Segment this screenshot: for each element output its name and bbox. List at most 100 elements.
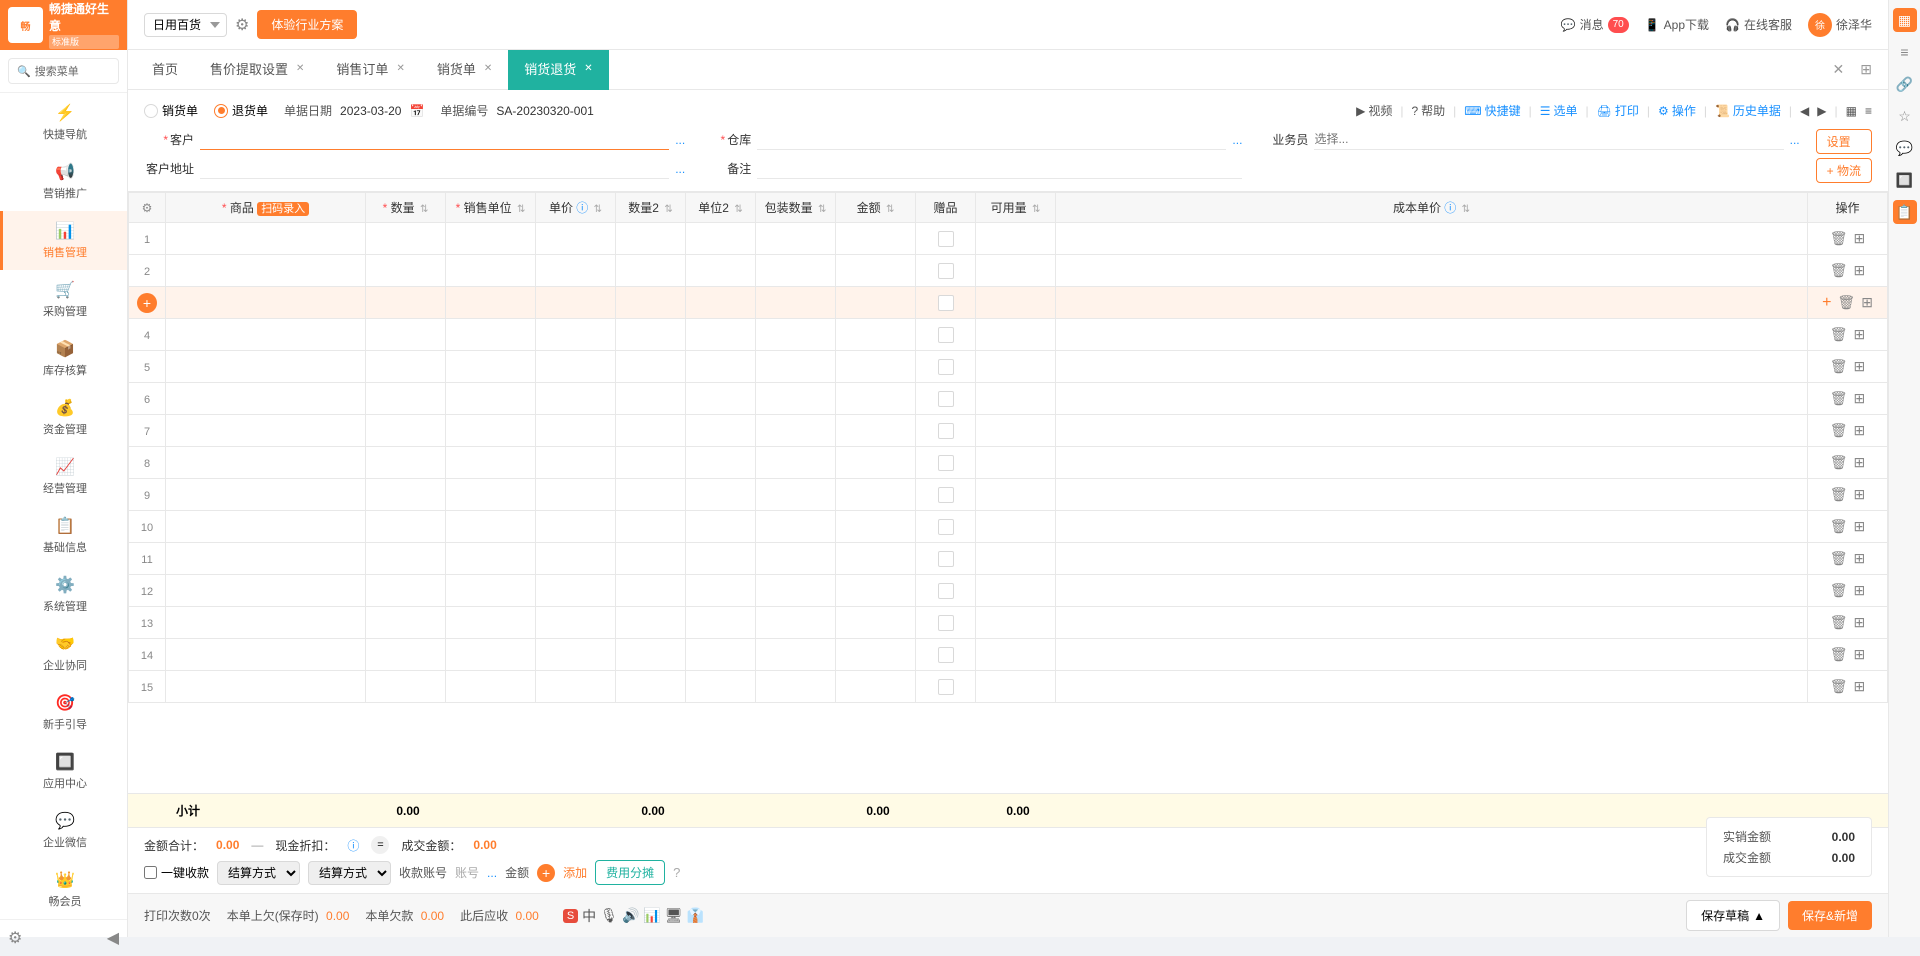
sales-unit-cell-14[interactable] <box>446 639 536 671</box>
qty2-cell-14[interactable] <box>616 639 686 671</box>
unit-price-cell-11[interactable] <box>536 543 616 575</box>
add-row-button-inline[interactable]: + <box>137 293 157 313</box>
address-dots[interactable]: ... <box>675 162 685 176</box>
product-cell-11[interactable] <box>166 543 366 575</box>
cost-price-cell-10[interactable] <box>1056 511 1808 543</box>
available-cell-13[interactable] <box>976 607 1056 639</box>
amount-sort-icon[interactable]: ⇅ <box>886 204 894 215</box>
copy-row-6[interactable]: ⊞ <box>1854 390 1866 407</box>
pack-qty-cell-15[interactable] <box>756 671 836 703</box>
qty-cell-7[interactable] <box>366 415 446 447</box>
pack-qty-cell-1[interactable] <box>756 223 836 255</box>
available-sort-icon[interactable]: ⇅ <box>1032 204 1040 215</box>
unit-price-cell-8[interactable] <box>536 447 616 479</box>
pack-qty-sort-icon[interactable]: ⇅ <box>818 204 826 215</box>
right-panel-btn-5[interactable]: 💬 <box>1893 136 1917 160</box>
sales-unit-cell-7[interactable] <box>446 415 536 447</box>
unit-price-cell-14[interactable] <box>536 639 616 671</box>
one-click-pay-checkbox[interactable]: 一键收款 <box>144 864 209 881</box>
available-cell-9[interactable] <box>976 479 1056 511</box>
qty2-cell-4[interactable] <box>616 319 686 351</box>
pack-qty-cell-9[interactable] <box>756 479 836 511</box>
cost-price-cell-4[interactable] <box>1056 319 1808 351</box>
cost-price-cell-13[interactable] <box>1056 607 1808 639</box>
save-new-button[interactable]: 保存&新增 <box>1788 901 1872 930</box>
product-cell-1[interactable] <box>166 223 366 255</box>
taskbar-icon-5[interactable]: 🖥 <box>665 907 683 924</box>
amount-cell-2[interactable] <box>836 255 916 287</box>
qty2-cell-1[interactable] <box>616 223 686 255</box>
gift-checkbox-12[interactable] <box>938 583 954 599</box>
search-menu-button[interactable]: 🔍 搜索菜单 <box>8 58 119 84</box>
amount-cell-11[interactable] <box>836 543 916 575</box>
collapse-icon[interactable]: ◀ <box>107 928 119 948</box>
cost-price-cell-8[interactable] <box>1056 447 1808 479</box>
qty2-sort-icon[interactable]: ⇅ <box>664 204 672 215</box>
qty-cell-15[interactable] <box>366 671 446 703</box>
settings-bottom-icon[interactable]: ⚙ <box>8 928 22 948</box>
action-grid-view[interactable]: ▦ <box>1846 104 1857 118</box>
qty2-cell-9[interactable] <box>616 479 686 511</box>
user-profile-button[interactable]: 徐 徐泽华 <box>1808 13 1872 37</box>
copy-row-13[interactable]: ⊞ <box>1854 614 1866 631</box>
pack-qty-cell-2[interactable] <box>756 255 836 287</box>
warehouse-dots[interactable]: ... <box>1232 133 1242 147</box>
sidebar-item-quick-nav[interactable]: ⚡ 快捷导航 <box>0 93 127 152</box>
delete-row-7[interactable]: 🗑 <box>1830 422 1848 439</box>
sales-unit-cell-5[interactable] <box>446 351 536 383</box>
copy-row-12[interactable]: ⊞ <box>1854 582 1866 599</box>
unit2-cell-5[interactable] <box>686 351 756 383</box>
copy-row-1[interactable]: ⊞ <box>1854 230 1866 247</box>
qty-cell-6[interactable] <box>366 383 446 415</box>
gift-cell-2[interactable] <box>916 255 976 287</box>
unit-price-info-icon[interactable]: ⓘ <box>576 201 588 215</box>
qty2-cell-13[interactable] <box>616 607 686 639</box>
unit-price-cell-2[interactable] <box>536 255 616 287</box>
qty-cell-3[interactable] <box>366 287 446 319</box>
unit2-cell-1[interactable] <box>686 223 756 255</box>
copy-row-2[interactable]: ⊞ <box>1854 262 1866 279</box>
customer-dots[interactable]: ... <box>675 133 685 147</box>
gift-checkbox-13[interactable] <box>938 615 954 631</box>
pack-qty-cell-7[interactable] <box>756 415 836 447</box>
unit-price-sort-icon[interactable]: ⇅ <box>594 204 602 215</box>
pack-qty-cell-14[interactable] <box>756 639 836 671</box>
tab-sales-return[interactable]: 销货退货 ✕ <box>508 50 608 90</box>
sidebar-item-inventory[interactable]: 📦 库存核算 <box>0 329 127 388</box>
unit-price-cell-13[interactable] <box>536 607 616 639</box>
gear-icon[interactable]: ⚙ <box>142 201 153 215</box>
copy-row-7[interactable]: ⊞ <box>1854 422 1866 439</box>
available-cell-4[interactable] <box>976 319 1056 351</box>
product-cell-14[interactable] <box>166 639 366 671</box>
qty-cell-4[interactable] <box>366 319 446 351</box>
amount-cell-15[interactable] <box>836 671 916 703</box>
gift-checkbox-10[interactable] <box>938 519 954 535</box>
action-help[interactable]: ? 帮助 <box>1411 102 1445 119</box>
sales-unit-cell-6[interactable] <box>446 383 536 415</box>
qty-cell-12[interactable] <box>366 575 446 607</box>
sales-unit-cell-4[interactable] <box>446 319 536 351</box>
cost-price-cell-11[interactable] <box>1056 543 1808 575</box>
cost-price-cell-12[interactable] <box>1056 575 1808 607</box>
cost-price-sort-icon[interactable]: ⇅ <box>1462 204 1470 215</box>
available-cell-1[interactable] <box>976 223 1056 255</box>
sales-unit-cell-8[interactable] <box>446 447 536 479</box>
s-icon[interactable]: S <box>563 909 578 923</box>
tab-sales-delivery[interactable]: 销货单 ✕ <box>421 50 508 90</box>
delete-row-6[interactable]: 🗑 <box>1830 390 1848 407</box>
taskbar-icon-1[interactable]: 中 <box>582 906 596 926</box>
cost-price-cell-7[interactable] <box>1056 415 1808 447</box>
qty2-cell-12[interactable] <box>616 575 686 607</box>
gift-checkbox-1[interactable] <box>938 231 954 247</box>
sidebar-item-enterprise-wechat[interactable]: 💬 企业微信 <box>0 801 127 860</box>
gift-cell-11[interactable] <box>916 543 976 575</box>
delete-row-2[interactable]: 🗑 <box>1830 262 1848 279</box>
available-cell-3[interactable] <box>976 287 1056 319</box>
available-cell-5[interactable] <box>976 351 1056 383</box>
sidebar-item-finance[interactable]: 💰 资金管理 <box>0 388 127 447</box>
salesperson-dots[interactable]: ... <box>1790 133 1800 147</box>
gift-cell-15[interactable] <box>916 671 976 703</box>
save-draft-button[interactable]: 保存草稿 ▲ <box>1686 900 1780 931</box>
amount-cell-3[interactable] <box>836 287 916 319</box>
account-dots[interactable]: ... <box>487 866 497 880</box>
